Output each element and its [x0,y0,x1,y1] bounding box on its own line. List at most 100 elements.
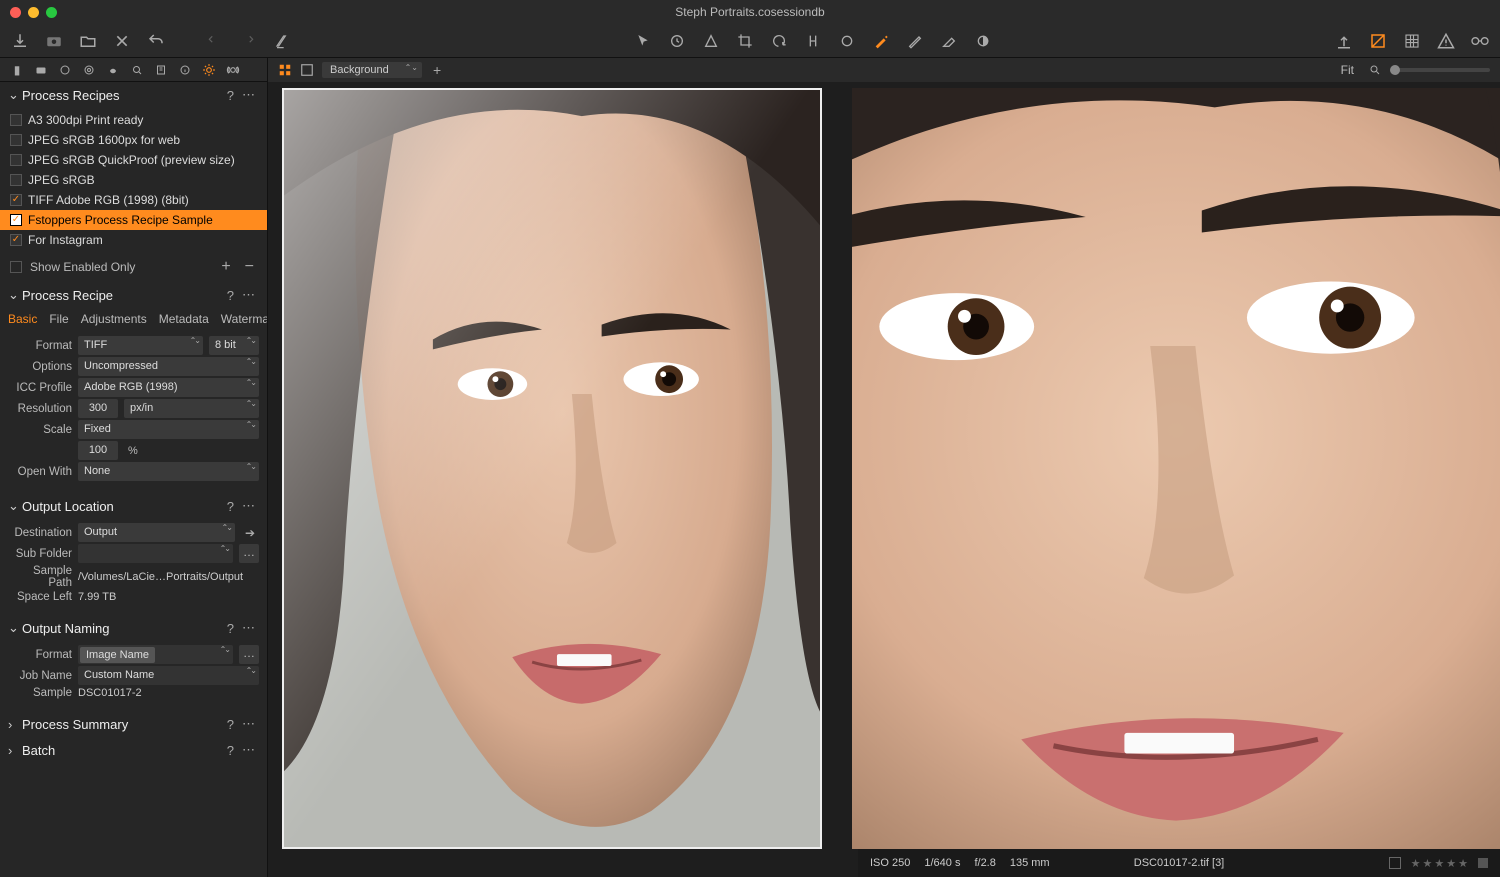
output-tab-icon[interactable] [202,63,216,77]
options-select[interactable]: Uncompressed [78,357,259,376]
goto-folder-icon[interactable]: ➔ [241,526,259,540]
format-select[interactable]: TIFF [78,336,203,355]
tab-adjustments[interactable]: Adjustments [81,312,147,326]
scale-select[interactable]: Fixed [78,420,259,439]
grid-view-icon[interactable] [278,63,292,77]
bits-select[interactable]: 8 bit [209,336,259,355]
process-summary-header[interactable]: › Process Summary ? ⋯ [0,711,267,737]
help-icon[interactable]: ? [223,499,238,514]
delete-icon[interactable] [112,31,132,51]
exposure-tab-icon[interactable] [106,63,120,77]
redo-step-icon[interactable] [238,31,258,51]
zoom-loupe-icon[interactable] [1368,60,1382,80]
tab-basic[interactable]: Basic [8,312,37,326]
help-icon[interactable]: ? [223,621,238,636]
naming-format-field[interactable]: Image Name [78,645,233,664]
minimize-window-button[interactable] [28,7,39,18]
single-view-icon[interactable] [300,63,314,77]
job-name-input[interactable]: Custom Name [78,666,259,685]
crop-overlay-icon[interactable] [1368,31,1388,51]
rotate-tool-icon[interactable] [769,31,789,51]
preview-pane-primary[interactable] [282,88,822,849]
exposure-warning-icon[interactable] [1436,31,1456,51]
spot-tool-icon[interactable] [837,31,857,51]
import-icon[interactable] [10,31,30,51]
shape-tool-icon[interactable] [701,31,721,51]
subfolder-browse-button[interactable]: … [239,544,259,563]
metadata-tab-icon[interactable] [178,63,192,77]
more-icon[interactable]: ⋯ [238,716,259,732]
color-tag[interactable] [1478,858,1488,868]
export-icon[interactable] [1334,31,1354,51]
recipe-item[interactable]: TIFF Adobe RGB (1998) (8bit) [0,190,267,210]
preview-pane-secondary[interactable] [852,88,1500,849]
recipe-item[interactable]: JPEG sRGB [0,170,267,190]
show-enabled-checkbox[interactable] [10,261,22,273]
adjustments-tab-icon[interactable] [154,63,168,77]
tab-watermark[interactable]: Watermark [221,312,268,326]
more-icon[interactable]: ⋯ [238,87,259,103]
tab-file[interactable]: File [49,312,68,326]
process-recipes-header[interactable]: ⌄ Process Recipes ? ⋯ [0,82,267,108]
openwith-select[interactable]: None [78,462,259,481]
lens-tab-icon[interactable] [58,63,72,77]
more-icon[interactable]: ⋯ [238,742,259,758]
close-window-button[interactable] [10,7,21,18]
destination-select[interactable]: Output [78,523,235,542]
output-location-header[interactable]: ⌄ Output Location ? ⋯ [0,493,267,519]
hand-tool-icon[interactable] [667,31,687,51]
help-icon[interactable]: ? [223,717,238,732]
remove-recipe-button[interactable]: − [242,258,257,276]
process-recipe-header[interactable]: ⌄ Process Recipe ? ⋯ [0,282,267,308]
keystone-tool-icon[interactable] [803,31,823,51]
add-recipe-button[interactable]: + [218,258,233,276]
color-tab-icon[interactable] [82,63,96,77]
output-naming-header[interactable]: ⌄ Output Naming ? ⋯ [0,615,267,641]
more-icon[interactable]: ⋯ [238,620,259,636]
magic-brush-icon[interactable] [871,31,891,51]
scale-value-input[interactable]: 100 [78,441,118,460]
process-summary-title: Process Summary [22,717,128,732]
zoom-fit-label[interactable]: Fit [1341,63,1354,77]
erase-mask-icon[interactable] [939,31,959,51]
batch-header[interactable]: › Batch ? ⋯ [0,737,267,763]
grid-icon[interactable] [1402,31,1422,51]
draw-mask-icon[interactable] [905,31,925,51]
undo-icon[interactable] [146,31,166,51]
help-icon[interactable]: ? [223,288,238,303]
help-icon[interactable]: ? [223,743,238,758]
tab-metadata[interactable]: Metadata [159,312,209,326]
resolution-input[interactable]: 300 [78,399,118,418]
star-rating[interactable]: ★★★★★ [1411,857,1468,870]
focus-mask-icon[interactable] [1470,31,1490,51]
recipe-item[interactable]: A3 300dpi Print ready [0,110,267,130]
annotation-icon[interactable] [272,31,292,51]
crop-tool-icon[interactable] [735,31,755,51]
add-layer-button[interactable]: + [430,62,444,78]
space-left-value: 7.99 TB [78,591,116,603]
catalog-icon[interactable] [78,31,98,51]
batch-tab-icon[interactable] [226,63,240,77]
gradient-mask-icon[interactable] [973,31,993,51]
tether-camera-icon[interactable] [44,31,64,51]
zoom-slider[interactable] [1390,68,1490,72]
help-icon[interactable]: ? [223,88,238,103]
naming-format-button[interactable]: … [239,645,259,664]
more-icon[interactable]: ⋯ [238,287,259,303]
select-toggle[interactable] [1389,857,1401,869]
maximize-window-button[interactable] [46,7,57,18]
select-tool-icon[interactable] [633,31,653,51]
library-tab-icon[interactable]: ▮ [10,63,24,77]
layer-select[interactable]: Background [322,62,422,78]
undo-step-icon[interactable] [204,31,224,51]
recipe-item[interactable]: JPEG sRGB 1600px for web [0,130,267,150]
capture-tab-icon[interactable] [34,63,48,77]
recipe-item[interactable]: For Instagram [0,230,267,250]
recipe-item[interactable]: JPEG sRGB QuickProof (preview size) [0,150,267,170]
details-tab-icon[interactable] [130,63,144,77]
recipe-item[interactable]: Fstoppers Process Recipe Sample [0,210,267,230]
resolution-unit-select[interactable]: px/in [124,399,259,418]
more-icon[interactable]: ⋯ [238,498,259,514]
icc-select[interactable]: Adobe RGB (1998) [78,378,259,397]
subfolder-input[interactable] [78,544,233,563]
